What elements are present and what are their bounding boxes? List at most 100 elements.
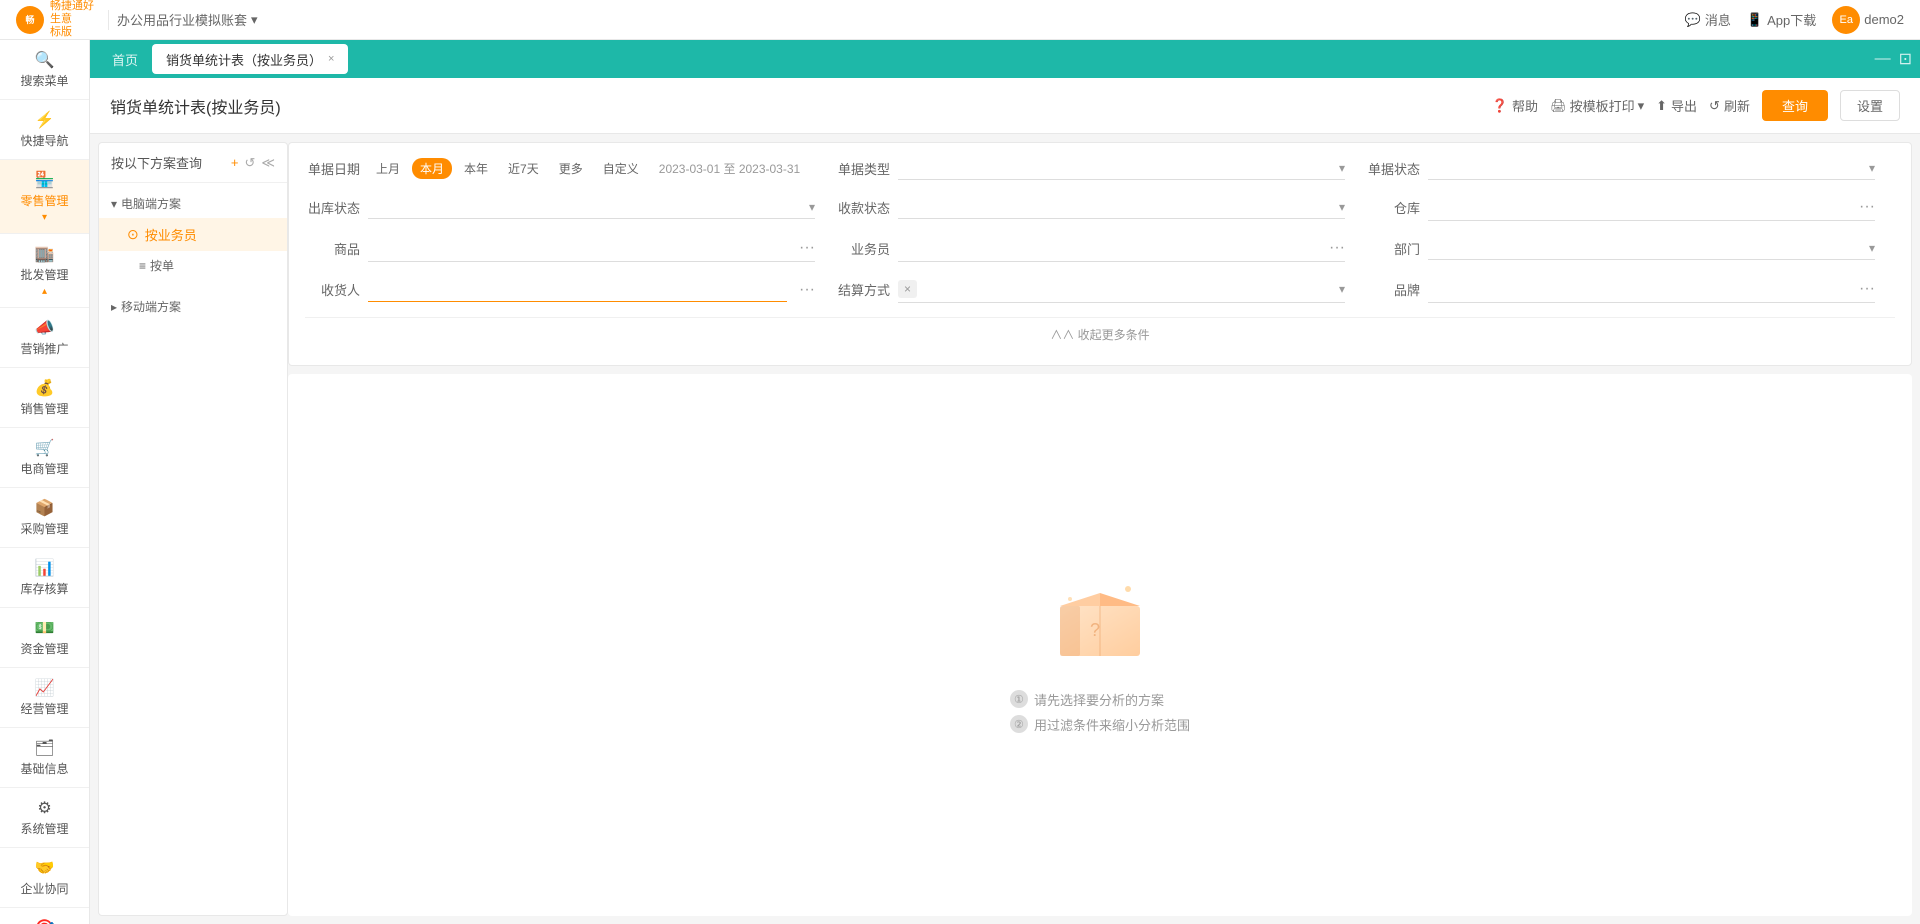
page-actions: ❓ 帮助 🖨 按模板打印 ▾ ⬆ 导出 ↺ 刷新 查询 设置 bbox=[1492, 90, 1900, 121]
left-panel: 按以下方案查询 + ↺ ≪ ▾ 电脑端方案 ⊙ 按业务员 bbox=[98, 142, 288, 916]
message-label: 消息 bbox=[1705, 10, 1731, 29]
group-desktop[interactable]: ▾ 电脑端方案 bbox=[99, 189, 287, 218]
message-icon: 💬 bbox=[1685, 12, 1701, 28]
quicknav-icon: ⚡ bbox=[4, 110, 85, 130]
hint-num-2: ② bbox=[1010, 715, 1028, 733]
refresh-scheme-icon[interactable]: ↺ bbox=[244, 155, 255, 171]
collect-status-select[interactable]: ▾ bbox=[898, 196, 1345, 219]
out-status-select[interactable]: ▾ bbox=[368, 196, 815, 219]
print-btn[interactable]: 🖨 按模板打印 ▾ bbox=[1550, 96, 1644, 115]
retail-icon: 🏪 bbox=[4, 170, 85, 190]
group-mobile[interactable]: ▸ 移动端方案 bbox=[99, 292, 287, 321]
sidebar-item-quicknav[interactable]: ⚡ 快捷导航 bbox=[0, 100, 89, 160]
purchase-icon: 📦 bbox=[4, 498, 85, 518]
sidebar-item-sales[interactable]: 💰 销售管理 bbox=[0, 368, 89, 428]
tab-home[interactable]: 首页 bbox=[98, 44, 152, 74]
sidebar-item-label-purchase: 采购管理 bbox=[4, 520, 85, 537]
user-btn[interactable]: Ea demo2 bbox=[1832, 6, 1904, 34]
group-mobile-arrow: ▸ bbox=[111, 300, 117, 314]
print-dropdown-icon: ▾ bbox=[1638, 98, 1645, 114]
sidebar-item-enterprise[interactable]: 🤝 企业协同 bbox=[0, 848, 89, 908]
collapse-panel-icon[interactable]: ≪ bbox=[261, 155, 275, 171]
sidebar-item-wholesale[interactable]: 🏬 批发管理 ▴ bbox=[0, 234, 89, 308]
sidebar-item-operation[interactable]: 📈 经营管理 bbox=[0, 668, 89, 728]
export-icon: ⬆ bbox=[1656, 98, 1667, 114]
sidebar: 🔍 搜索菜单 ⚡ 快捷导航 🏪 零售管理 ▾ 🏬 批发管理 ▴ 📣 营销推广 💰… bbox=[0, 40, 90, 924]
collapse-arrow: ∧∧ bbox=[1050, 328, 1077, 342]
staff-select[interactable]: ··· bbox=[898, 235, 1345, 262]
staff-dots: ··· bbox=[1329, 239, 1345, 257]
message-btn[interactable]: 💬 消息 bbox=[1685, 10, 1731, 29]
hint-text-1: 请先选择要分析的方案 bbox=[1034, 690, 1164, 709]
tab-minimize-icon[interactable]: — bbox=[1875, 50, 1891, 68]
payment-select[interactable]: × ▾ bbox=[898, 276, 1345, 303]
date-btn-7days[interactable]: 近7天 bbox=[500, 158, 547, 179]
app-selector[interactable]: 办公用品行业模拟账套 ▾ bbox=[117, 10, 258, 29]
content-area: 首页 销货单统计表（按业务员） × — ⊡ 销货单统计表(按业务员) ❓ 帮助 … bbox=[90, 40, 1920, 924]
sidebar-item-purchase[interactable]: 📦 采购管理 bbox=[0, 488, 89, 548]
sidebar-item-ecommerce[interactable]: 🛒 电商管理 bbox=[0, 428, 89, 488]
tab-home-label: 首页 bbox=[112, 50, 138, 69]
status-select[interactable]: ▾ bbox=[1428, 157, 1875, 180]
payment-tag-close[interactable]: × bbox=[904, 282, 911, 296]
date-btn-this-year[interactable]: 本年 bbox=[456, 158, 496, 179]
refresh-btn[interactable]: ↺ 刷新 bbox=[1709, 96, 1750, 115]
date-btn-this-month[interactable]: 本月 bbox=[412, 158, 452, 179]
sidebar-item-finance[interactable]: 💵 资金管理 bbox=[0, 608, 89, 668]
filter-goods: 商品 ··· bbox=[305, 235, 835, 262]
tab-sales-report[interactable]: 销货单统计表（按业务员） × bbox=[152, 44, 348, 74]
add-scheme-icon[interactable]: + bbox=[231, 155, 239, 171]
export-btn[interactable]: ⬆ 导出 bbox=[1656, 96, 1697, 115]
date-btn-custom[interactable]: 自定义 bbox=[595, 158, 647, 179]
sidebar-item-system[interactable]: ⚙ 系统管理 bbox=[0, 788, 89, 848]
brand-dots: ··· bbox=[1859, 280, 1875, 298]
print-icon: 🖨 bbox=[1550, 98, 1567, 114]
item-by-order[interactable]: ≡ 按单 bbox=[99, 251, 287, 280]
app-download-btn[interactable]: 📱 App下载 bbox=[1747, 10, 1816, 29]
collapse-bar[interactable]: ∧∧ 收起更多条件 bbox=[305, 317, 1895, 351]
sidebar-item-retail[interactable]: 🏪 零售管理 ▾ bbox=[0, 160, 89, 234]
sidebar-item-label-basic: 基础信息 bbox=[4, 760, 85, 777]
logo-text: 畅捷通好生意 标版 bbox=[50, 0, 100, 39]
collect-status-chevron: ▾ bbox=[1339, 200, 1345, 214]
refresh-icon: ↺ bbox=[1709, 98, 1720, 114]
dept-select[interactable]: ▾ bbox=[1428, 237, 1875, 260]
receiver-dots: ··· bbox=[799, 281, 815, 299]
sidebar-item-label-finance: 资金管理 bbox=[4, 640, 85, 657]
empty-icon: ? bbox=[1040, 551, 1160, 674]
sidebar-item-newbie[interactable]: 🎯 新手引导 bbox=[0, 908, 89, 924]
wholesale-icon: 🏬 bbox=[4, 244, 85, 264]
date-filter: 上月 本月 本年 近7天 更多 自定义 2023-03-01 至 2023-03… bbox=[368, 158, 800, 179]
date-btn-last-month[interactable]: 上月 bbox=[368, 158, 408, 179]
search-icon: 🔍 bbox=[4, 50, 85, 70]
tab-maximize-icon[interactable]: ⊡ bbox=[1899, 49, 1912, 69]
settings-button[interactable]: 设置 bbox=[1840, 90, 1900, 121]
app-download-label: App下载 bbox=[1767, 10, 1816, 29]
sidebar-item-inventory[interactable]: 📊 库存核算 bbox=[0, 548, 89, 608]
sidebar-item-basic[interactable]: 🗂 基础信息 bbox=[0, 728, 89, 788]
tabs-bar: 首页 销货单统计表（按业务员） × — ⊡ bbox=[90, 40, 1920, 78]
sidebar-item-search[interactable]: 🔍 搜索菜单 bbox=[0, 40, 89, 100]
date-btn-more[interactable]: 更多 bbox=[551, 158, 591, 179]
help-btn[interactable]: ❓ 帮助 bbox=[1492, 96, 1538, 115]
brand-select[interactable]: ··· bbox=[1428, 276, 1875, 303]
query-button[interactable]: 查询 bbox=[1762, 90, 1828, 121]
tab-close-icon[interactable]: × bbox=[328, 53, 334, 65]
type-select[interactable]: ▾ bbox=[898, 157, 1345, 180]
item-by-staff[interactable]: ⊙ 按业务员 bbox=[99, 218, 287, 251]
staff-scheme-icon: ⊙ bbox=[127, 226, 139, 243]
left-panel-header: 按以下方案查询 + ↺ ≪ bbox=[99, 143, 287, 183]
newbie-icon: 🎯 bbox=[4, 918, 85, 924]
out-status-label: 出库状态 bbox=[305, 198, 360, 217]
top-bar: 畅 畅捷通好生意 标版 办公用品行业模拟账套 ▾ 💬 消息 📱 App下载 Ea… bbox=[0, 0, 1920, 40]
receiver-input[interactable] bbox=[368, 278, 787, 302]
date-range: 2023-03-01 至 2023-03-31 bbox=[659, 160, 800, 177]
goods-select[interactable]: ··· bbox=[368, 235, 815, 262]
empty-box-svg: ? bbox=[1040, 551, 1160, 671]
filter-panel: 单据日期 上月 本月 本年 近7天 更多 自定义 2023-03-01 至 20… bbox=[288, 142, 1912, 366]
warehouse-select[interactable]: ··· bbox=[1428, 194, 1875, 221]
item-by-staff-label: 按业务员 bbox=[145, 225, 197, 244]
sidebar-item-marketing[interactable]: 📣 营销推广 bbox=[0, 308, 89, 368]
dept-chevron: ▾ bbox=[1869, 241, 1875, 255]
empty-hints: ① 请先选择要分析的方案 ② 用过滤条件来缩小分析范围 bbox=[1010, 690, 1190, 740]
